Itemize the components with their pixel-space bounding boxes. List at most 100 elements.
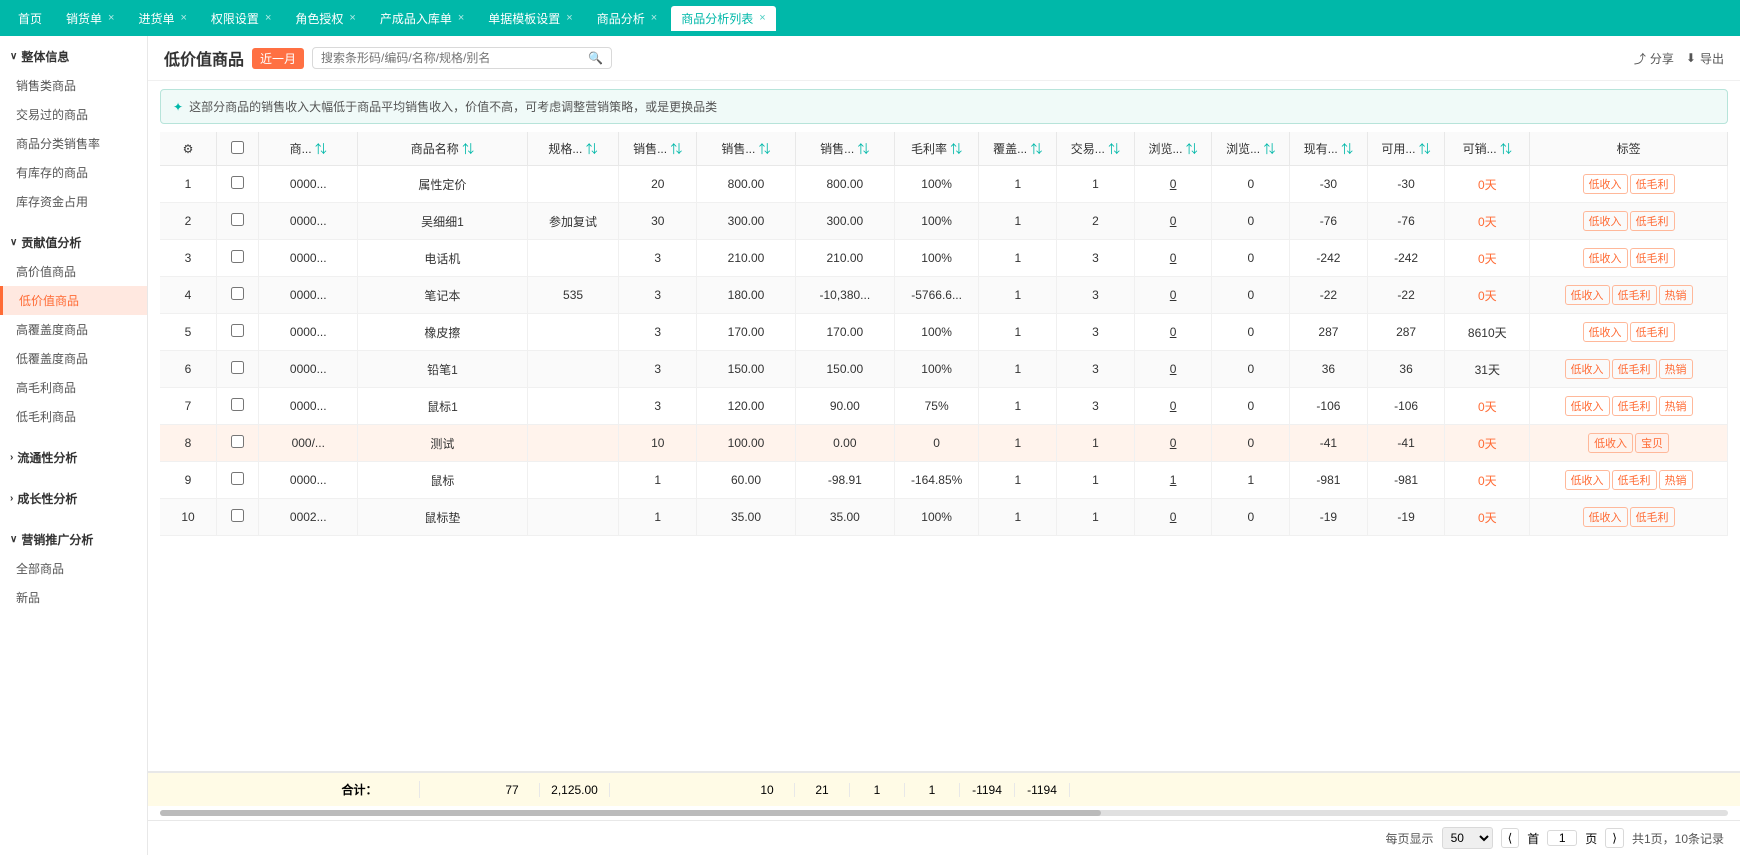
- pv1-link[interactable]: 0: [1170, 399, 1177, 413]
- th-pv2[interactable]: 浏览... ⇅: [1212, 132, 1290, 166]
- pv1-link[interactable]: 0: [1170, 436, 1177, 450]
- sidebar-item-stocked-goods[interactable]: 有库存的商品: [0, 158, 147, 187]
- nav-roles[interactable]: 角色授权×: [285, 6, 365, 31]
- nav-warehouse[interactable]: 产成品入库单×: [370, 6, 474, 31]
- sidebar-item-high-margin[interactable]: 高毛利商品: [0, 373, 147, 402]
- row-checkbox[interactable]: [216, 277, 258, 314]
- sidebar-group-overview[interactable]: ∨ 整体信息: [0, 42, 147, 71]
- row-checkbox[interactable]: [216, 166, 258, 203]
- th-settings[interactable]: ⚙: [160, 132, 216, 166]
- next-page-btn[interactable]: ⟩: [1605, 828, 1624, 848]
- sidebar-group-growth[interactable]: › 成长性分析: [0, 484, 147, 513]
- sidebar-item-low-margin[interactable]: 低毛利商品: [0, 402, 147, 431]
- sidebar-item-sales-goods[interactable]: 销售类商品: [0, 71, 147, 100]
- th-sale-avg[interactable]: 销售... ⇅: [795, 132, 894, 166]
- select-all-checkbox[interactable]: [231, 141, 244, 154]
- sidebar-item-new-goods[interactable]: 新品: [0, 583, 147, 612]
- row-check[interactable]: [231, 250, 244, 263]
- search-input[interactable]: [321, 51, 584, 65]
- sidebar-item-stock-capital[interactable]: 库存资金占用: [0, 187, 147, 216]
- pv1-link[interactable]: 0: [1170, 510, 1177, 524]
- pv1-link[interactable]: 0: [1170, 362, 1177, 376]
- nav-goods-list-close[interactable]: ×: [759, 12, 765, 24]
- th-spec[interactable]: 规格... ⇅: [527, 132, 619, 166]
- row-checkbox[interactable]: [216, 351, 258, 388]
- row-checkbox[interactable]: [216, 388, 258, 425]
- nav-goods-analysis[interactable]: 商品分析×: [587, 6, 667, 31]
- row-pv1[interactable]: 0: [1134, 425, 1212, 462]
- nav-purchase-close[interactable]: ×: [180, 12, 186, 24]
- row-checkbox[interactable]: [216, 240, 258, 277]
- row-check[interactable]: [231, 435, 244, 448]
- page-input[interactable]: [1547, 830, 1577, 846]
- row-pv1[interactable]: 1: [1134, 462, 1212, 499]
- sidebar-group-contribution[interactable]: ∨ 贡献值分析: [0, 228, 147, 257]
- th-cover[interactable]: 覆盖... ⇅: [979, 132, 1057, 166]
- th-sale-num[interactable]: 销售... ⇅: [619, 132, 697, 166]
- sidebar-group-flow[interactable]: › 流通性分析: [0, 443, 147, 472]
- row-pv1[interactable]: 0: [1134, 166, 1212, 203]
- pv1-link[interactable]: 0: [1170, 251, 1177, 265]
- share-btn[interactable]: ⤴ 分享: [1634, 50, 1674, 67]
- row-check[interactable]: [231, 287, 244, 300]
- nav-goods-analysis-close[interactable]: ×: [651, 12, 657, 24]
- nav-home[interactable]: 首页: [8, 6, 52, 31]
- nav-template-close[interactable]: ×: [566, 12, 572, 24]
- th-pv1[interactable]: 浏览... ⇅: [1134, 132, 1212, 166]
- row-check[interactable]: [231, 398, 244, 411]
- row-pv1[interactable]: 0: [1134, 499, 1212, 536]
- th-tag[interactable]: 标签: [1530, 132, 1728, 166]
- row-pv1[interactable]: 0: [1134, 351, 1212, 388]
- row-check[interactable]: [231, 472, 244, 485]
- nav-roles-close[interactable]: ×: [349, 12, 355, 24]
- nav-permissions[interactable]: 权限设置×: [201, 6, 281, 31]
- nav-sales-close[interactable]: ×: [108, 12, 114, 24]
- pv1-link[interactable]: 0: [1170, 325, 1177, 339]
- sidebar-item-category-rate[interactable]: 商品分类销售率: [0, 129, 147, 158]
- row-checkbox[interactable]: [216, 462, 258, 499]
- page-size-select[interactable]: 50 100 200: [1442, 827, 1493, 849]
- pv1-link[interactable]: 0: [1170, 177, 1177, 191]
- row-checkbox[interactable]: [216, 203, 258, 240]
- th-sale-amount[interactable]: 销售... ⇅: [697, 132, 796, 166]
- first-page-btn[interactable]: ⟨: [1501, 828, 1520, 848]
- nav-warehouse-close[interactable]: ×: [458, 12, 464, 24]
- th-avail[interactable]: 可用... ⇅: [1367, 132, 1445, 166]
- th-checkbox[interactable]: [216, 132, 258, 166]
- export-btn[interactable]: ⬇ 导出: [1686, 50, 1724, 67]
- nav-purchase[interactable]: 进货单×: [128, 6, 196, 31]
- row-pv1[interactable]: 0: [1134, 203, 1212, 240]
- pv1-link[interactable]: 0: [1170, 214, 1177, 228]
- row-pv1[interactable]: 0: [1134, 277, 1212, 314]
- nav-sales[interactable]: 销货单×: [56, 6, 124, 31]
- sidebar-item-low-value[interactable]: 低价值商品: [0, 286, 147, 315]
- sidebar-item-low-coverage[interactable]: 低覆盖度商品: [0, 344, 147, 373]
- sidebar-item-traded-goods[interactable]: 交易过的商品: [0, 100, 147, 129]
- row-checkbox[interactable]: [216, 499, 258, 536]
- row-checkbox[interactable]: [216, 314, 258, 351]
- row-pv1[interactable]: 0: [1134, 388, 1212, 425]
- th-sku[interactable]: 商... ⇅: [259, 132, 358, 166]
- sidebar-group-marketing[interactable]: ∨ 营销推广分析: [0, 525, 147, 554]
- table-container[interactable]: ⚙ 商... ⇅ 商品名称 ⇅ 规格... ⇅ 销售... ⇅ 销售... ⇅ …: [148, 132, 1740, 771]
- th-sellable[interactable]: 可销... ⇅: [1445, 132, 1530, 166]
- row-pv1[interactable]: 0: [1134, 314, 1212, 351]
- row-check[interactable]: [231, 176, 244, 189]
- sidebar-item-high-coverage[interactable]: 高覆盖度商品: [0, 315, 147, 344]
- pv1-link[interactable]: 0: [1170, 288, 1177, 302]
- sidebar-item-high-value[interactable]: 高价值商品: [0, 257, 147, 286]
- row-checkbox[interactable]: [216, 425, 258, 462]
- sidebar-item-all-goods[interactable]: 全部商品: [0, 554, 147, 583]
- th-stock[interactable]: 现有... ⇅: [1290, 132, 1368, 166]
- nav-goods-list[interactable]: 商品分析列表×: [671, 6, 775, 31]
- row-check[interactable]: [231, 509, 244, 522]
- row-check[interactable]: [231, 361, 244, 374]
- th-trade[interactable]: 交易... ⇅: [1057, 132, 1135, 166]
- th-margin[interactable]: 毛利率 ⇅: [894, 132, 979, 166]
- nav-permissions-close[interactable]: ×: [265, 12, 271, 24]
- th-name[interactable]: 商品名称 ⇅: [358, 132, 527, 166]
- search-icon[interactable]: 🔍: [588, 51, 603, 65]
- nav-template[interactable]: 单据模板设置×: [478, 6, 582, 31]
- time-filter-btn[interactable]: 近一月: [252, 48, 304, 69]
- row-check[interactable]: [231, 213, 244, 226]
